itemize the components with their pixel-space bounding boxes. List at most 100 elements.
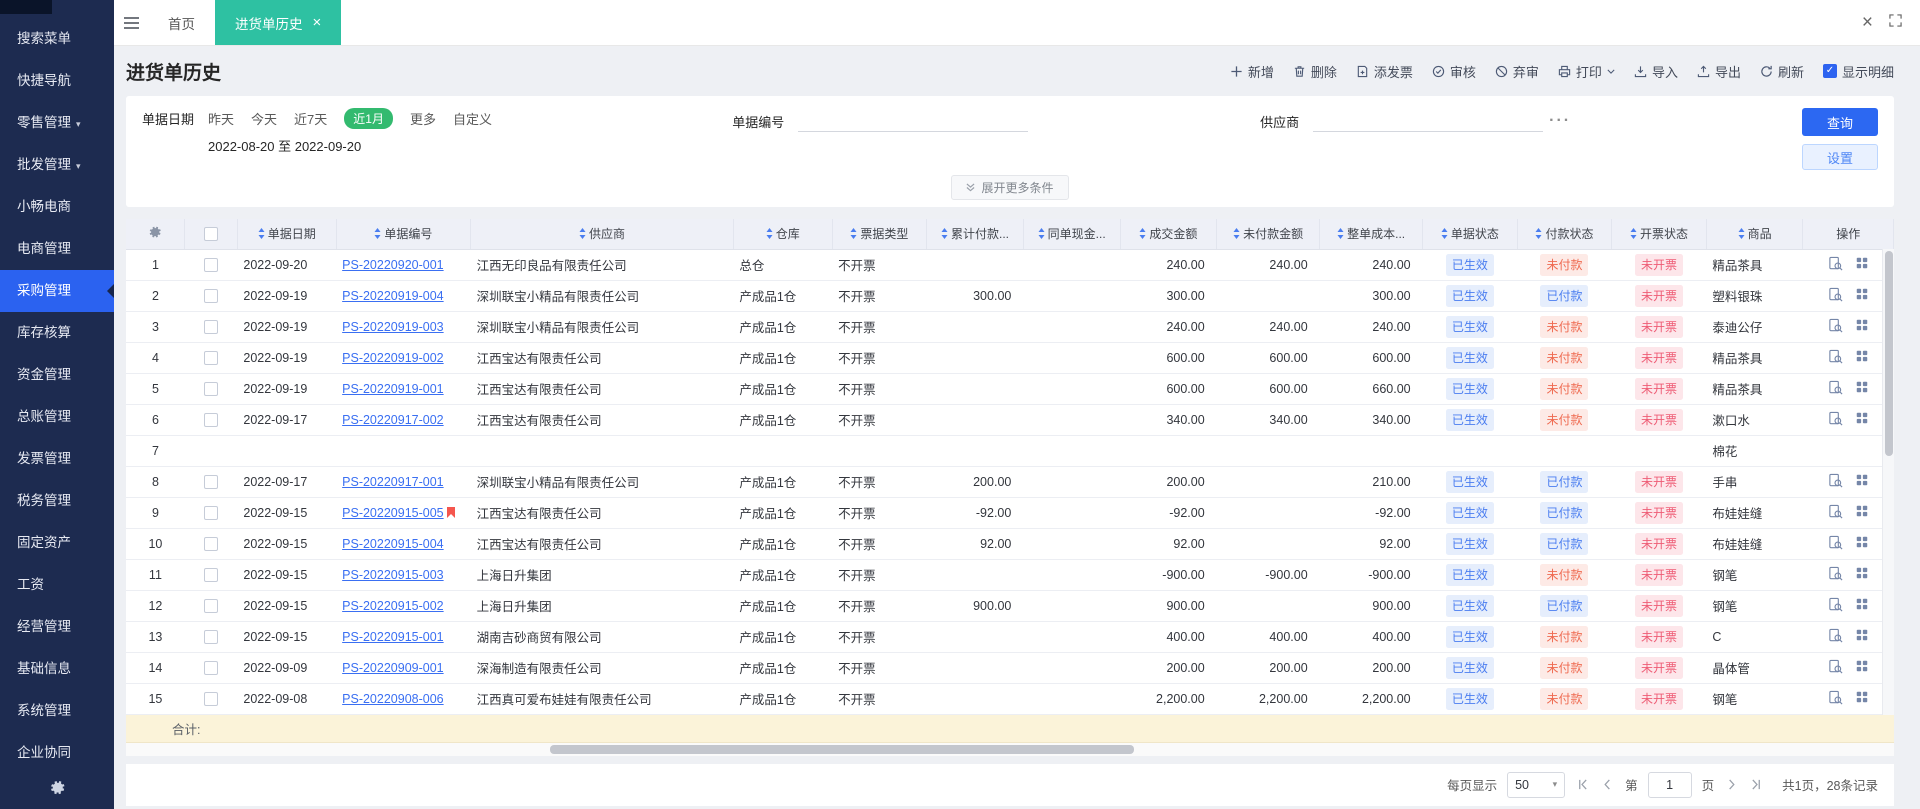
view-doc-icon[interactable] [1828, 659, 1843, 677]
horizontal-scrollbar-thumb[interactable] [550, 744, 1134, 754]
doc-number-link[interactable]: PS-20220908-006 [342, 692, 443, 706]
sidebar-item-retail[interactable]: 零售管理 ▾ [0, 102, 114, 144]
row-checkbox[interactable] [204, 567, 219, 582]
first-page-button[interactable] [1575, 779, 1590, 790]
add-button[interactable]: 新增 [1230, 62, 1274, 81]
detail-row[interactable]: 7 棉花 [126, 435, 1894, 467]
related-docs-icon[interactable] [1855, 473, 1869, 490]
doc-number-link[interactable]: PS-20220919-001 [342, 382, 443, 396]
vertical-scrollbar-thumb[interactable] [1885, 251, 1893, 456]
per-page-select[interactable]: 50 ▾ [1507, 771, 1566, 798]
audit-button[interactable]: 审核 [1432, 62, 1476, 81]
sidebar-item-ledger[interactable]: 总账管理 [0, 396, 114, 438]
sidebar-item-quick-nav[interactable]: 快捷导航 [0, 60, 114, 102]
sidebar-item-operations[interactable]: 经营管理 [0, 606, 114, 648]
doc-number-link[interactable]: PS-20220917-001 [342, 475, 443, 489]
checkbox-column-header[interactable] [184, 219, 238, 250]
doc-number-link[interactable]: PS-20220917-002 [342, 413, 443, 427]
related-docs-icon[interactable] [1855, 411, 1869, 428]
doc-number-link[interactable]: PS-20220920-001 [342, 258, 443, 272]
row-checkbox[interactable] [204, 474, 219, 489]
sidebar-item-purchase[interactable]: 采购管理 [0, 270, 114, 312]
tab-close-icon[interactable]: × [313, 15, 322, 30]
view-doc-icon[interactable] [1828, 504, 1843, 522]
settings-button[interactable]: 设置 [1802, 144, 1879, 170]
column-header-product[interactable]: 商品 [1706, 219, 1804, 250]
related-docs-icon[interactable] [1855, 535, 1869, 552]
column-header-doc-status[interactable]: 单据状态 [1422, 219, 1518, 250]
table-row[interactable]: 13 2022-09-15 PS-20220915-001 湖南吉砂商贸有限公司 产成品… [126, 621, 1894, 653]
table-row[interactable]: 2 2022-09-19 PS-20220919-004 深圳联宝小精品有限责任公司产… [126, 280, 1894, 312]
sidebar-item-wholesale[interactable]: 批发管理 ▾ [0, 144, 114, 186]
view-doc-icon[interactable] [1828, 473, 1843, 491]
column-header-unpaid-amount[interactable]: 未付款金额 [1216, 219, 1321, 250]
view-doc-icon[interactable] [1828, 380, 1843, 398]
search-button[interactable]: 查询 [1802, 108, 1879, 136]
date-range-value[interactable]: 2022-08-20 至 2022-09-20 [208, 136, 732, 155]
row-checkbox[interactable] [204, 660, 219, 675]
doc-number-link[interactable]: PS-20220919-004 [342, 289, 443, 303]
related-docs-icon[interactable] [1855, 566, 1869, 583]
sidebar-item-tax[interactable]: 税务管理 [0, 480, 114, 522]
related-docs-icon[interactable] [1855, 690, 1869, 707]
column-header-supplier[interactable]: 供应商 [470, 219, 734, 250]
doc-number-link[interactable]: PS-20220915-003 [342, 568, 443, 582]
select-all-checkbox[interactable] [204, 227, 219, 242]
row-checkbox[interactable] [204, 691, 219, 706]
doc-number-link[interactable]: PS-20220915-001 [342, 630, 443, 644]
doc-no-input[interactable] [798, 110, 1029, 132]
sidebar-item-ecom[interactable]: 电商管理 [0, 228, 114, 270]
tab-purchase-history[interactable]: 进货单历史 × [215, 0, 342, 45]
table-row[interactable]: 5 2022-09-19 PS-20220919-001 江西宝达有限责任公司 产成品1… [126, 373, 1894, 405]
view-doc-icon[interactable] [1828, 597, 1843, 615]
show-detail-checkbox[interactable]: ✓ 显示明细 [1822, 62, 1894, 81]
table-row[interactable]: 3 2022-09-19 PS-20220919-003 深圳联宝小精品有限责任公司产… [126, 311, 1894, 343]
column-header-doc-date[interactable]: 单据日期 [237, 219, 337, 250]
row-checkbox[interactable] [204, 536, 219, 551]
sidebar-item-invoice[interactable]: 发票管理 [0, 438, 114, 480]
column-header-total-cost[interactable]: 整单成本... [1319, 219, 1424, 250]
related-docs-icon[interactable] [1855, 628, 1869, 645]
column-header-same-doc-cash[interactable]: 同单现金... [1023, 219, 1121, 250]
prev-page-button[interactable] [1600, 779, 1615, 790]
view-doc-icon[interactable] [1828, 349, 1843, 367]
sidebar-item-salary[interactable]: 工资 [0, 564, 114, 606]
view-doc-icon[interactable] [1828, 318, 1843, 336]
table-row[interactable]: 10 2022-09-15 PS-20220915-004 江西宝达有限责任公司 产成品… [126, 528, 1894, 560]
page-number-input[interactable] [1647, 771, 1692, 798]
next-page-button[interactable] [1724, 779, 1739, 790]
column-header-warehouse[interactable]: 仓库 [733, 219, 833, 250]
sidebar-settings-gear-icon[interactable] [0, 765, 114, 809]
table-row[interactable]: 15 2022-09-08 PS-20220908-006 江西真可爱布娃娃有限责任公… [126, 683, 1894, 715]
doc-number-link[interactable]: PS-20220919-003 [342, 320, 443, 334]
related-docs-icon[interactable] [1855, 659, 1869, 676]
table-row[interactable]: 1 2022-09-20 PS-20220920-001 江西无印良品有限责任公司 总仓… [126, 249, 1894, 281]
related-docs-icon[interactable] [1855, 597, 1869, 614]
related-docs-icon[interactable] [1855, 256, 1869, 273]
sidebar-item-inventory[interactable]: 库存核算 [0, 312, 114, 354]
row-checkbox[interactable] [204, 319, 219, 334]
sidebar-item-system[interactable]: 系统管理 [0, 690, 114, 732]
table-row[interactable]: 14 2022-09-09 PS-20220909-001 深海制造有限责任公司 产成品… [126, 652, 1894, 684]
print-button[interactable]: 打印 [1558, 62, 1615, 81]
row-checkbox[interactable] [204, 629, 219, 644]
row-checkbox[interactable] [204, 288, 219, 303]
related-docs-icon[interactable] [1855, 380, 1869, 397]
view-doc-icon[interactable] [1828, 690, 1843, 708]
menu-collapse-icon[interactable] [114, 0, 148, 45]
horizontal-scrollbar[interactable] [126, 742, 1894, 756]
tab-home[interactable]: 首页 [148, 0, 215, 45]
sidebar-item-fixed-assets[interactable]: 固定资产 [0, 522, 114, 564]
supplier-more-icon[interactable]: ··· [1549, 112, 1571, 130]
related-docs-icon[interactable] [1855, 318, 1869, 335]
view-doc-icon[interactable] [1828, 566, 1843, 584]
column-header-cum-payment[interactable]: 累计付款... [926, 219, 1024, 250]
sidebar-item-collaboration[interactable]: 企业协同 [0, 732, 114, 765]
table-row[interactable]: 12 2022-09-15 PS-20220915-002 上海日升集团 产成品1仓 不开… [126, 590, 1894, 622]
column-header-ticket-type[interactable]: 票据类型 [832, 219, 928, 250]
table-row[interactable]: 4 2022-09-19 PS-20220919-002 江西宝达有限责任公司 产成品1… [126, 342, 1894, 374]
column-header-invoice-status[interactable]: 开票状态 [1611, 219, 1707, 250]
sidebar-item-search-menu[interactable]: 搜索菜单 [0, 18, 114, 60]
close-all-tabs-icon[interactable]: × [1862, 13, 1873, 32]
doc-number-link[interactable]: PS-20220915-004 [342, 537, 443, 551]
